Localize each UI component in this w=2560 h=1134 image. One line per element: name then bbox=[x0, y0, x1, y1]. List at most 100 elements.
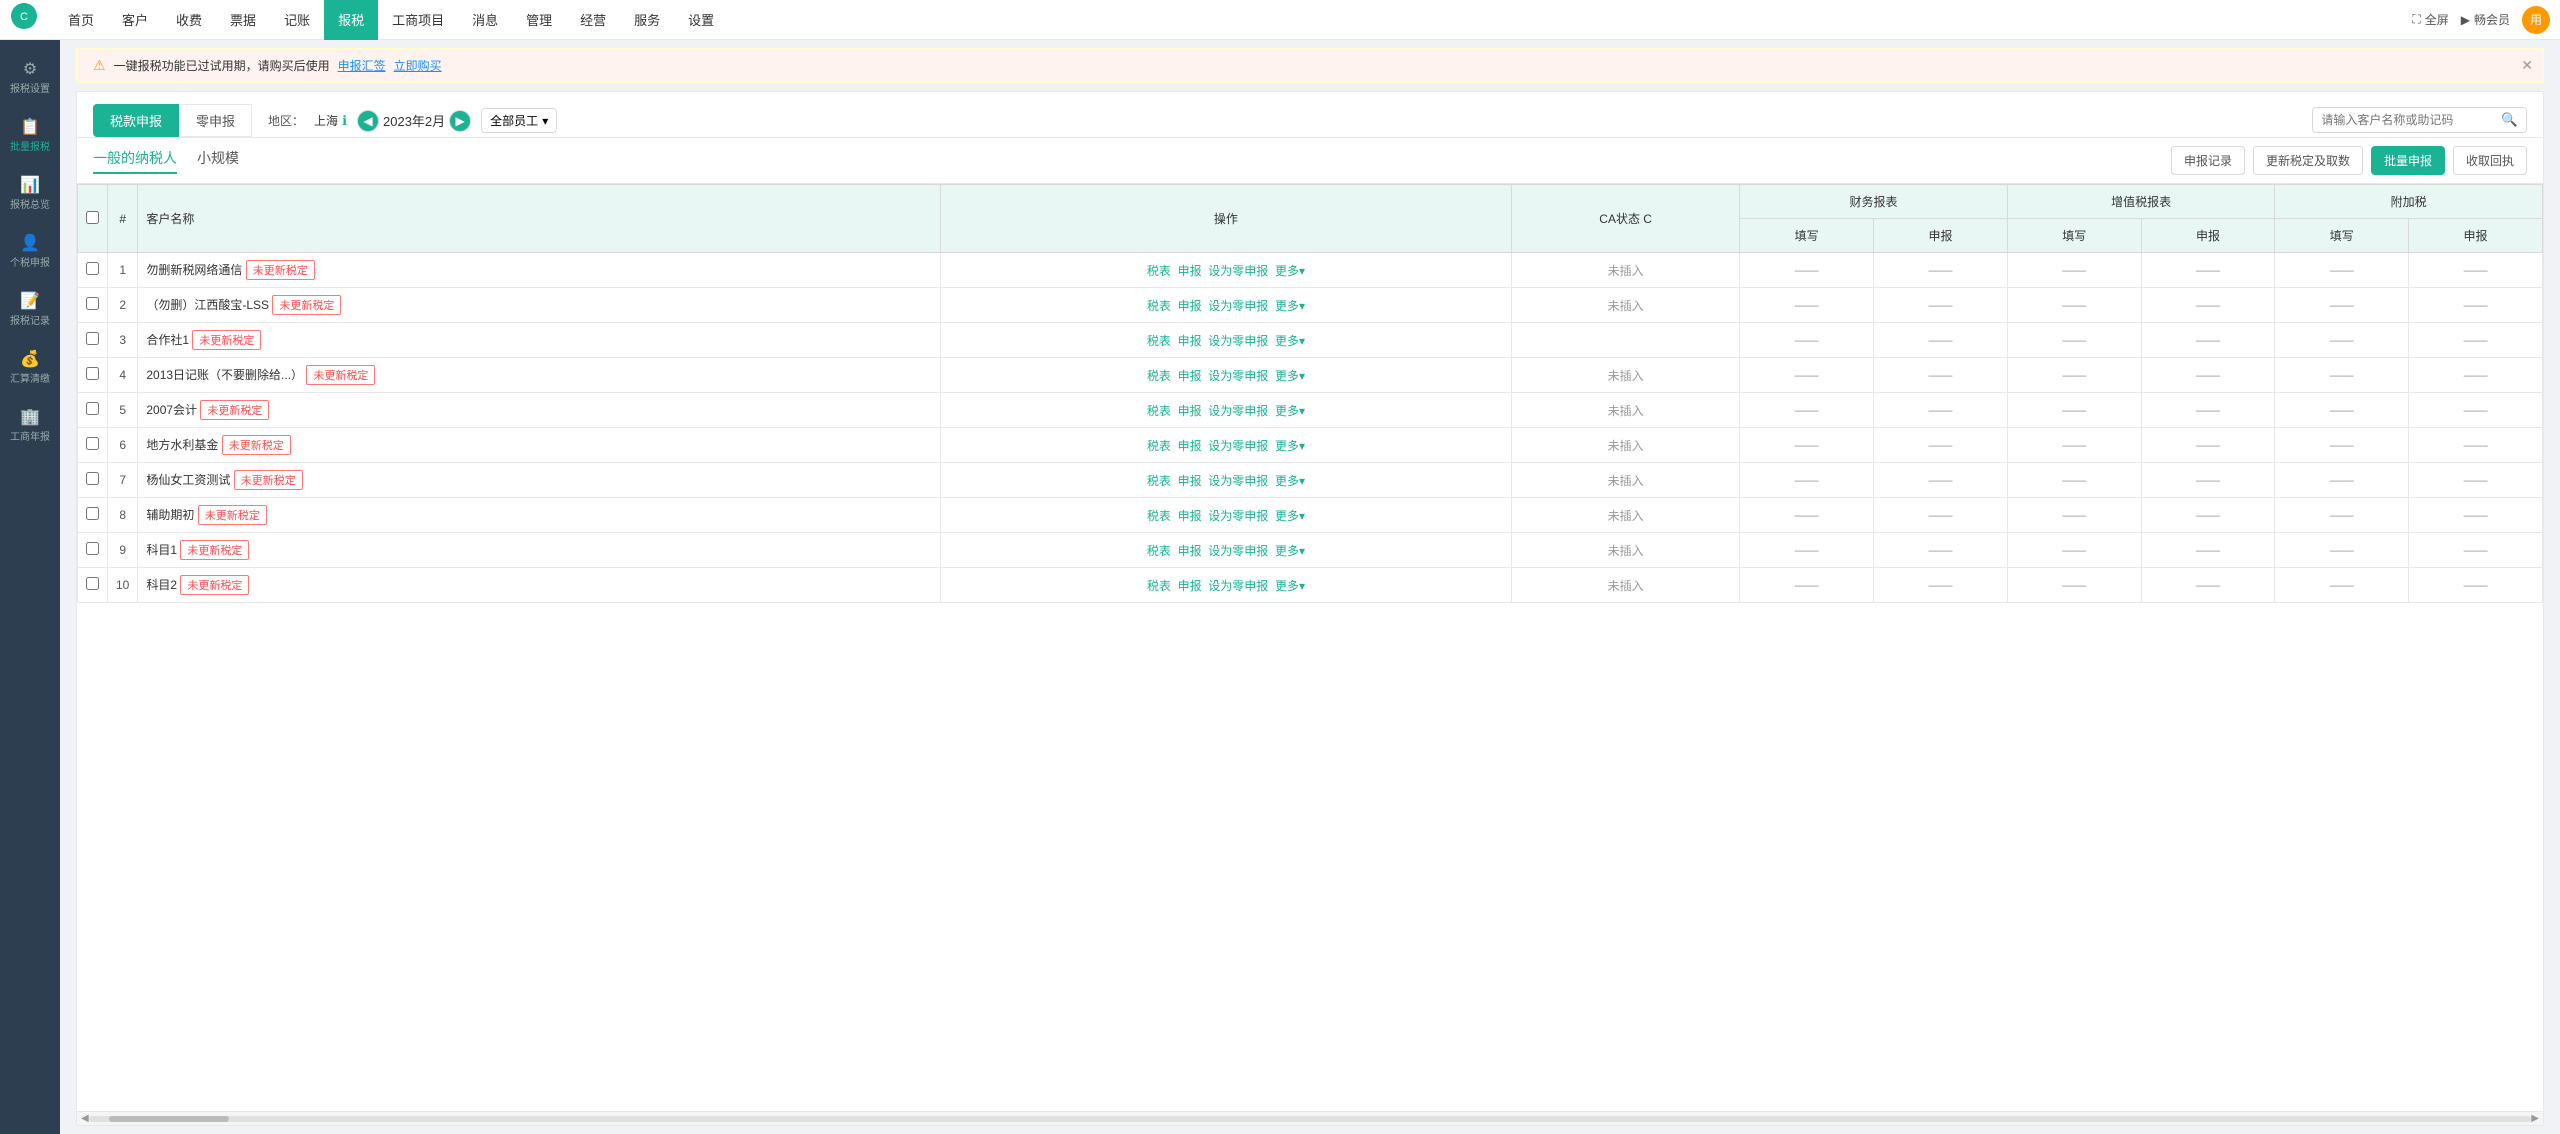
sidebar-label-batch-tax: 批量报税 bbox=[10, 142, 50, 154]
sidebar-item-tax-overview[interactable]: 📊 报税总览 bbox=[0, 164, 60, 222]
scrollbar-track[interactable] bbox=[89, 1116, 2532, 1122]
row-checkbox[interactable] bbox=[86, 402, 99, 415]
tab-zero-declare[interactable]: 零申报 bbox=[179, 104, 252, 137]
nav-operation[interactable]: 经营 bbox=[566, 0, 620, 40]
row-set-zero-link[interactable]: 设为零申报 bbox=[1208, 509, 1268, 523]
scroll-left-arrow[interactable]: ◀ bbox=[81, 1113, 89, 1124]
select-all-checkbox[interactable] bbox=[86, 211, 99, 224]
nav-business[interactable]: 工商项目 bbox=[378, 0, 458, 40]
row-declare-link[interactable]: 申报 bbox=[1178, 334, 1202, 348]
sidebar-item-annual-report[interactable]: 🏢 工商年报 bbox=[0, 396, 60, 454]
row-more-button[interactable]: 更多▾ bbox=[1275, 264, 1305, 278]
row-set-zero-link[interactable]: 设为零申报 bbox=[1208, 264, 1268, 278]
row-declare-link[interactable]: 申报 bbox=[1178, 544, 1202, 558]
row-tax-fill: —— bbox=[2007, 358, 2141, 393]
row-checkbox[interactable] bbox=[86, 472, 99, 485]
row-tax-table-link[interactable]: 税表 bbox=[1147, 369, 1171, 383]
member-button[interactable]: ▶ 畅会员 bbox=[2461, 11, 2510, 28]
search-button[interactable]: 🔍 bbox=[2493, 108, 2526, 132]
row-declare-link[interactable]: 申报 bbox=[1178, 369, 1202, 383]
row-declare-link[interactable]: 申报 bbox=[1178, 264, 1202, 278]
nav-settings[interactable]: 设置 bbox=[674, 0, 728, 40]
prev-month-button[interactable]: ◀ bbox=[357, 110, 379, 132]
sub-tab-general[interactable]: 一般的纳税人 bbox=[93, 148, 177, 174]
table-row: 2 （勿删）江西酸宝-LSS 未更新税定 税表 申报 设为零申报 更多▾ 未插入… bbox=[78, 288, 2543, 323]
row-declare-link[interactable]: 申报 bbox=[1178, 404, 1202, 418]
row-set-zero-link[interactable]: 设为零申报 bbox=[1208, 299, 1268, 313]
row-more-button[interactable]: 更多▾ bbox=[1275, 369, 1305, 383]
row-set-zero-link[interactable]: 设为零申报 bbox=[1208, 334, 1268, 348]
declare-records-button[interactable]: 申报记录 bbox=[2171, 146, 2245, 175]
row-checkbox[interactable] bbox=[86, 437, 99, 450]
sidebar-item-personal-tax[interactable]: 👤 个税申报 bbox=[0, 222, 60, 280]
row-ca-status bbox=[1511, 323, 1739, 358]
row-declare-link[interactable]: 申报 bbox=[1178, 579, 1202, 593]
staff-select[interactable]: 全部员工 ▾ bbox=[481, 108, 557, 133]
sub-tabs: 一般的纳税人 小规模 bbox=[93, 148, 239, 174]
batch-declare-button[interactable]: 批量申报 bbox=[2371, 146, 2445, 175]
row-declare-link[interactable]: 申报 bbox=[1178, 509, 1202, 523]
row-checkbox[interactable] bbox=[86, 262, 99, 275]
row-tax-table-link[interactable]: 税表 bbox=[1147, 299, 1171, 313]
sidebar-item-tax-settings[interactable]: ⚙ 报税设置 bbox=[0, 48, 60, 106]
row-declare-link[interactable]: 申报 bbox=[1178, 439, 1202, 453]
row-set-zero-link[interactable]: 设为零申报 bbox=[1208, 544, 1268, 558]
nav-client[interactable]: 客户 bbox=[108, 0, 162, 40]
nav-billing[interactable]: 收费 bbox=[162, 0, 216, 40]
horizontal-scrollbar[interactable]: ◀ ▶ bbox=[77, 1111, 2543, 1125]
nav-service[interactable]: 服务 bbox=[620, 0, 674, 40]
sidebar-item-batch-tax[interactable]: 📋 批量报税 bbox=[0, 106, 60, 164]
row-more-button[interactable]: 更多▾ bbox=[1275, 579, 1305, 593]
row-more-button[interactable]: 更多▾ bbox=[1275, 299, 1305, 313]
row-tax-table-link[interactable]: 税表 bbox=[1147, 474, 1171, 488]
row-set-zero-link[interactable]: 设为零申报 bbox=[1208, 474, 1268, 488]
row-checkbox[interactable] bbox=[86, 297, 99, 310]
nav-manage[interactable]: 管理 bbox=[512, 0, 566, 40]
avatar[interactable]: 用 bbox=[2522, 6, 2550, 34]
tab-tax-declare[interactable]: 税款申报 bbox=[93, 104, 179, 137]
row-set-zero-link[interactable]: 设为零申报 bbox=[1208, 439, 1268, 453]
row-num: 10 bbox=[108, 568, 138, 603]
nav-tax[interactable]: 报税 bbox=[324, 0, 378, 40]
row-checkbox[interactable] bbox=[86, 367, 99, 380]
row-more-button[interactable]: 更多▾ bbox=[1275, 439, 1305, 453]
banner-close-button[interactable]: ✕ bbox=[2521, 57, 2533, 74]
row-more-button[interactable]: 更多▾ bbox=[1275, 404, 1305, 418]
row-set-zero-link[interactable]: 设为零申报 bbox=[1208, 369, 1268, 383]
row-more-button[interactable]: 更多▾ bbox=[1275, 474, 1305, 488]
row-declare-link[interactable]: 申报 bbox=[1178, 299, 1202, 313]
row-tax-table-link[interactable]: 税表 bbox=[1147, 544, 1171, 558]
row-more-button[interactable]: 更多▾ bbox=[1275, 509, 1305, 523]
sidebar-item-tax-records[interactable]: 📝 报税记录 bbox=[0, 280, 60, 338]
row-more-button[interactable]: 更多▾ bbox=[1275, 334, 1305, 348]
row-tax-table-link[interactable]: 税表 bbox=[1147, 439, 1171, 453]
row-tax-table-link[interactable]: 税表 bbox=[1147, 334, 1171, 348]
banner-link-declaration[interactable]: 申报汇签 bbox=[338, 57, 386, 74]
row-tax-table-link[interactable]: 税表 bbox=[1147, 509, 1171, 523]
row-checkbox[interactable] bbox=[86, 507, 99, 520]
row-set-zero-link[interactable]: 设为零申报 bbox=[1208, 579, 1268, 593]
nav-message[interactable]: 消息 bbox=[458, 0, 512, 40]
row-checkbox[interactable] bbox=[86, 332, 99, 345]
row-set-zero-link[interactable]: 设为零申报 bbox=[1208, 404, 1268, 418]
nav-accounting[interactable]: 记账 bbox=[270, 0, 324, 40]
search-input[interactable] bbox=[2313, 109, 2493, 131]
sub-tab-small[interactable]: 小规模 bbox=[197, 148, 239, 174]
sidebar-item-annual-clearing[interactable]: 💰 汇算清缴 bbox=[0, 338, 60, 396]
retrieve-receipt-button[interactable]: 收取回执 bbox=[2453, 146, 2527, 175]
row-tax-table-link[interactable]: 税表 bbox=[1147, 264, 1171, 278]
row-tax-table-link[interactable]: 税表 bbox=[1147, 579, 1171, 593]
row-tax-table-link[interactable]: 税表 bbox=[1147, 404, 1171, 418]
row-checkbox[interactable] bbox=[86, 577, 99, 590]
row-declare-link[interactable]: 申报 bbox=[1178, 474, 1202, 488]
next-month-button[interactable]: ▶ bbox=[449, 110, 471, 132]
info-icon[interactable]: ℹ bbox=[342, 113, 347, 129]
nav-invoice[interactable]: 票据 bbox=[216, 0, 270, 40]
banner-link-buy[interactable]: 立即购买 bbox=[394, 57, 442, 74]
nav-home[interactable]: 首页 bbox=[54, 0, 108, 40]
row-more-button[interactable]: 更多▾ bbox=[1275, 544, 1305, 558]
fullscreen-button[interactable]: ⛶ 全屏 bbox=[2412, 11, 2448, 28]
scroll-right-arrow[interactable]: ▶ bbox=[2531, 1113, 2539, 1124]
update-tax-button[interactable]: 更新税定及取数 bbox=[2253, 146, 2363, 175]
row-checkbox[interactable] bbox=[86, 542, 99, 555]
